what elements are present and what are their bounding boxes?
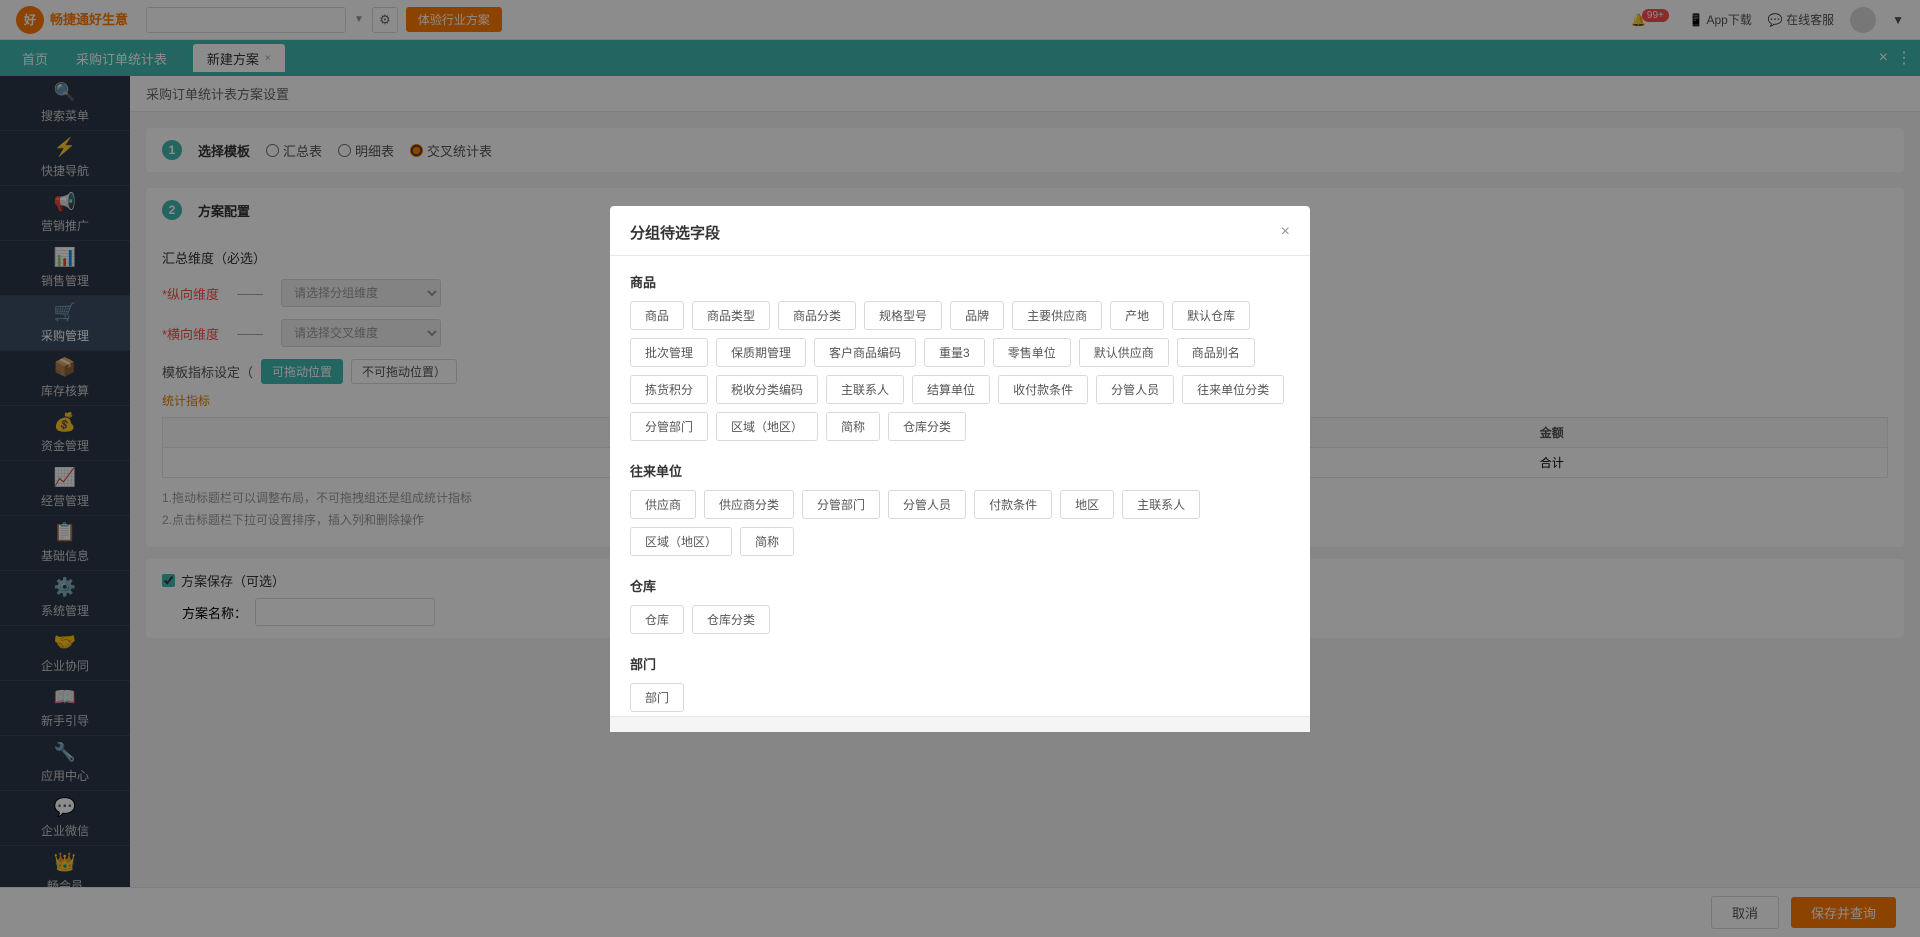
modal-dialog: 分组待选字段 × 商品 商品 商品类型 商品分类 规格型号 品牌 主要供应商 产… [610,206,1310,732]
field-tag-department[interactable]: 部门 [630,683,684,712]
field-tag-goods-category[interactable]: 商品分类 [778,301,856,330]
field-tag-payment-terms[interactable]: 收付款条件 [998,375,1088,404]
field-tag-retail-unit[interactable]: 零售单位 [993,338,1071,367]
modal-overlay[interactable]: 分组待选字段 × 商品 商品 商品类型 商品分类 规格型号 品牌 主要供应商 产… [0,0,1920,937]
modal-title: 分组待选字段 [630,222,720,243]
field-tag-goods[interactable]: 商品 [630,301,684,330]
field-group-counterparty: 往来单位 供应商 供应商分类 分管部门 分管人员 付款条件 地区 主联系人 区域… [630,461,1290,556]
group-title-counterparty: 往来单位 [630,461,1290,480]
field-tag-main-supplier[interactable]: 主要供应商 [1012,301,1102,330]
field-tag-customer-code[interactable]: 客户商品编码 [814,338,916,367]
field-tag-settle-unit[interactable]: 结算单位 [912,375,990,404]
field-tag-dept[interactable]: 分管部门 [630,412,708,441]
field-tag-area[interactable]: 地区 [1060,490,1114,519]
group-title-warehouse: 仓库 [630,576,1290,595]
field-tag-default-supplier[interactable]: 默认供应商 [1079,338,1169,367]
field-tag-warehouse-cat[interactable]: 仓库分类 [692,605,770,634]
goods-field-tags: 商品 商品类型 商品分类 规格型号 品牌 主要供应商 产地 默认仓库 批次管理 … [630,301,1290,441]
field-tag-manage-dept[interactable]: 分管部门 [802,490,880,519]
field-tag-batch-mgmt[interactable]: 批次管理 [630,338,708,367]
field-tag-payment-cond[interactable]: 付款条件 [974,490,1052,519]
field-tag-default-warehouse[interactable]: 默认仓库 [1172,301,1250,330]
field-tag-weight[interactable]: 重量3 [924,338,985,367]
field-tag-spec[interactable]: 规格型号 [864,301,942,330]
field-tag-shelf-life[interactable]: 保质期管理 [716,338,806,367]
field-tag-unit-category[interactable]: 往来单位分类 [1182,375,1284,404]
field-tag-tax-code[interactable]: 税收分类编码 [716,375,818,404]
field-group-warehouse: 仓库 仓库 仓库分类 [630,576,1290,634]
department-field-tags: 部门 [630,683,1290,712]
group-title-department: 部门 [630,654,1290,673]
field-tag-goods-type[interactable]: 商品类型 [692,301,770,330]
counterparty-field-tags: 供应商 供应商分类 分管部门 分管人员 付款条件 地区 主联系人 区域（地区） … [630,490,1290,556]
field-tag-warehouse[interactable]: 仓库 [630,605,684,634]
field-tag-supplier[interactable]: 供应商 [630,490,696,519]
field-tag-abbr[interactable]: 简称 [826,412,880,441]
field-tag-brand[interactable]: 品牌 [950,301,1004,330]
field-tag-manage-person[interactable]: 分管人员 [888,490,966,519]
modal-body: 商品 商品 商品类型 商品分类 规格型号 品牌 主要供应商 产地 默认仓库 批次… [610,256,1310,716]
modal-close-icon[interactable]: × [1281,223,1290,241]
modal-header: 分组待选字段 × [610,206,1310,256]
field-tag-supplier-category[interactable]: 供应商分类 [704,490,794,519]
field-tag-pick-score[interactable]: 拣货积分 [630,375,708,404]
field-tag-origin[interactable]: 产地 [1110,301,1164,330]
modal-scrollbar-area [610,716,1310,732]
field-tag-region[interactable]: 区域（地区） [716,412,818,441]
field-tag-main-contact2[interactable]: 主联系人 [1122,490,1200,519]
field-tag-region2[interactable]: 区域（地区） [630,527,732,556]
group-title-goods: 商品 [630,272,1290,291]
field-tag-main-contact[interactable]: 主联系人 [826,375,904,404]
field-group-goods: 商品 商品 商品类型 商品分类 规格型号 品牌 主要供应商 产地 默认仓库 批次… [630,272,1290,441]
field-tag-warehouse-category[interactable]: 仓库分类 [888,412,966,441]
field-tag-supervisor[interactable]: 分管人员 [1096,375,1174,404]
field-group-department: 部门 部门 [630,654,1290,712]
field-tag-goods-alias[interactable]: 商品别名 [1177,338,1255,367]
field-tag-abbr2[interactable]: 简称 [740,527,794,556]
warehouse-field-tags: 仓库 仓库分类 [630,605,1290,634]
